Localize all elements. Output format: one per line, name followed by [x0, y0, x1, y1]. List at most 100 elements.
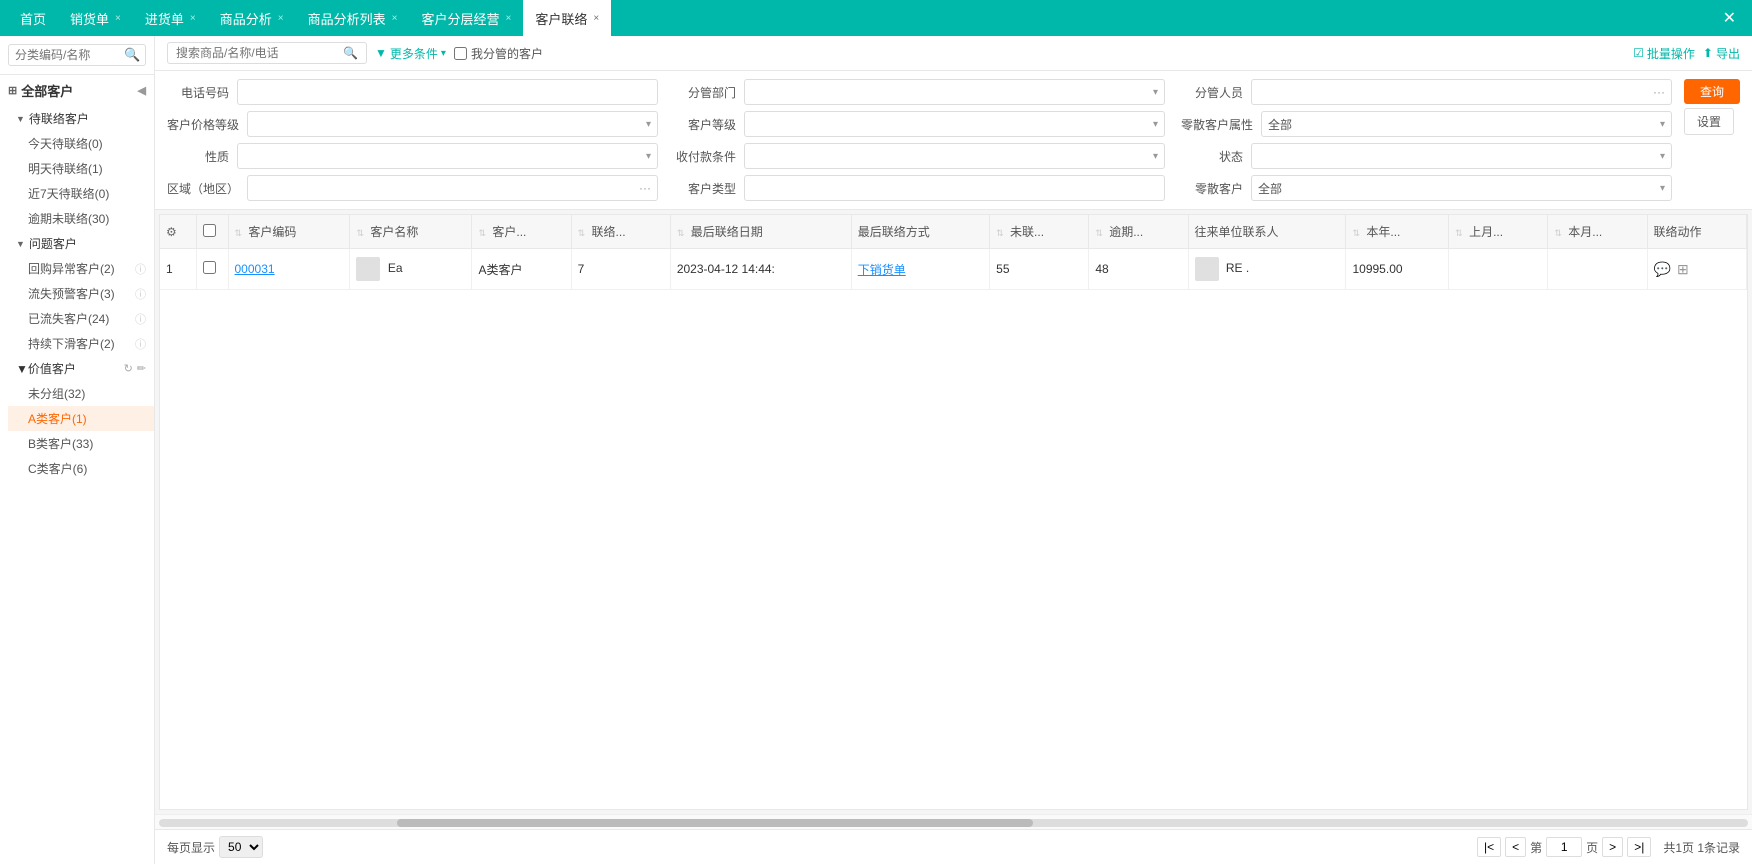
main-search-input[interactable] — [176, 46, 343, 60]
sidebar-item-c-class[interactable]: C类客户(6) — [8, 456, 154, 481]
collapse-icon: ◀ — [138, 84, 146, 97]
first-page-button[interactable]: |< — [1477, 837, 1501, 857]
th-last-date: ⇅ 最后联络日期 — [670, 215, 851, 249]
payment-select[interactable]: ▾ — [744, 143, 1165, 169]
export-button[interactable]: ⬆ 导出 — [1703, 45, 1740, 62]
chat-icon[interactable]: 💬 — [1654, 261, 1671, 278]
sort-icon-name: ⇅ — [356, 228, 364, 238]
person-dots: ··· — [1653, 85, 1665, 99]
retail-attr-arrow: ▾ — [1660, 119, 1665, 130]
page-size-select[interactable]: 50 — [219, 836, 263, 858]
refresh-icon[interactable]: ↻ — [124, 362, 133, 375]
gear-icon[interactable]: ⚙ — [166, 225, 177, 239]
filter-row-1: 电话号码 分管部门 ▾ 分管人员 — [167, 79, 1672, 105]
customer-grade-select[interactable]: ▾ — [744, 111, 1165, 137]
search-button[interactable]: 查询 — [1684, 79, 1740, 104]
page-number-input[interactable] — [1546, 837, 1582, 857]
customer-code-link[interactable]: 000031 — [235, 262, 275, 276]
sidebar-item-unclassified[interactable]: 未分组(32) — [8, 381, 154, 406]
close-tab-purchase[interactable]: × — [190, 13, 196, 24]
horizontal-scrollbar-thumb[interactable] — [397, 819, 1033, 827]
sidebar-item-today[interactable]: 今天待联络(0) — [8, 131, 154, 156]
pagination: |< < 第 页 > >| 共1页 1条记录 — [1477, 837, 1740, 857]
th-company-contact: 往来单位联系人 — [1188, 215, 1346, 249]
more-conditions-button[interactable]: ▼ 更多条件 ▾ — [375, 45, 446, 62]
phone-input[interactable] — [237, 79, 658, 105]
search-icon-main: 🔍 — [343, 46, 358, 60]
filter-retail-attr: 零散客户属性 全部 ▾ — [1165, 111, 1672, 137]
td-not-contacted: 55 — [990, 249, 1089, 290]
info-icon-3: ⓘ — [135, 311, 146, 327]
sidebar-item-repurchase[interactable]: 回购异常客户(2) ⓘ — [8, 256, 154, 281]
close-tab-sales[interactable]: × — [115, 13, 121, 24]
region-input[interactable]: ··· — [247, 175, 658, 201]
filter-nature: 性质 ▾ — [167, 143, 658, 169]
sidebar-pending-header[interactable]: ▼ 待联络客户 — [8, 106, 154, 131]
th-not-contacted: ⇅ 未联... — [990, 215, 1089, 249]
th-last-month: ⇅ 上月... — [1449, 215, 1548, 249]
nav-tab-purchase[interactable]: 进货单 × — [133, 0, 208, 36]
retail-attr-select[interactable]: 全部 ▾ — [1261, 111, 1672, 137]
nav-tab-customer-contact[interactable]: 客户联络 × — [523, 0, 611, 36]
my-customers-filter[interactable]: 我分管的客户 — [454, 45, 543, 62]
td-this-year: 10995.00 — [1346, 249, 1449, 290]
filter-customer-type: 客户类型 — [658, 175, 1165, 201]
sidebar-item-b-class[interactable]: B类客户(33) — [8, 431, 154, 456]
filter-bar: 🔍 ▼ 更多条件 ▾ 我分管的客户 ☑ 批量操作 ⬆ 导出 — [155, 36, 1752, 71]
th-gear: ⚙ — [160, 215, 196, 249]
status-select[interactable]: ▾ — [1251, 143, 1672, 169]
sidebar-item-churn-warning[interactable]: 流失预警客户(3) ⓘ — [8, 281, 154, 306]
value-actions: ↻ ✏ — [124, 362, 146, 375]
row-checkbox[interactable] — [203, 261, 216, 274]
td-code: 000031 — [228, 249, 350, 290]
person-input[interactable]: ··· — [1251, 79, 1672, 105]
next-page-button[interactable]: > — [1602, 837, 1623, 857]
sidebar-all-customers[interactable]: ⊞ 全部客户 ◀ — [0, 75, 154, 106]
td-checkbox — [196, 249, 228, 290]
settings-button[interactable]: 设置 — [1684, 108, 1734, 135]
bulk-operation-button[interactable]: ☑ 批量操作 — [1633, 45, 1695, 62]
sidebar-item-tomorrow[interactable]: 明天待联络(1) — [8, 156, 154, 181]
td-company-contact: RE . — [1188, 249, 1346, 290]
sidebar-item-declining[interactable]: 持续下滑客户(2) ⓘ — [8, 331, 154, 356]
select-all-checkbox[interactable] — [203, 224, 216, 237]
my-customers-checkbox[interactable] — [454, 47, 467, 60]
nav-tab-analysis-list[interactable]: 商品分析列表 × — [296, 0, 410, 36]
filter-price-grade: 客户价格等级 ▾ — [167, 111, 658, 137]
retail-customer-select[interactable]: 全部 ▾ — [1251, 175, 1672, 201]
price-grade-select[interactable]: ▾ — [247, 111, 658, 137]
close-tab-analysis[interactable]: × — [278, 13, 284, 24]
nav-tab-analysis[interactable]: 商品分析 × — [208, 0, 296, 36]
close-tab-analysis-list[interactable]: × — [392, 13, 398, 24]
close-tab-customer-mgmt[interactable]: × — [505, 13, 511, 24]
retail-customer-arrow: ▾ — [1660, 183, 1665, 194]
sort-icon-type: ⇅ — [478, 228, 486, 238]
horizontal-scrollbar-track[interactable] — [159, 819, 1748, 827]
th-last-method: 最后联络方式 — [851, 215, 989, 249]
dept-select[interactable]: ▾ — [744, 79, 1165, 105]
customer-type-select[interactable] — [744, 175, 1165, 201]
sidebar-item-churned[interactable]: 已流失客户(24) ⓘ — [8, 306, 154, 331]
last-method-link[interactable]: 下销货单 — [858, 263, 906, 277]
last-page-button[interactable]: >| — [1627, 837, 1651, 857]
td-row-actions: 💬 ⊞ — [1647, 249, 1746, 290]
nav-tab-sales[interactable]: 销货单 × — [58, 0, 133, 36]
sidebar-item-7days[interactable]: 近7天待联络(0) — [8, 181, 154, 206]
nature-select[interactable]: ▾ — [237, 143, 658, 169]
sidebar-item-overdue[interactable]: 逾期未联络(30) — [8, 206, 154, 231]
sidebar-item-a-class[interactable]: A类客户(1) — [8, 406, 154, 431]
sidebar-value-header[interactable]: ▼ 价值客户 ↻ ✏ — [8, 356, 154, 381]
prev-page-button[interactable]: < — [1505, 837, 1526, 857]
qr-icon[interactable]: ⊞ — [1677, 261, 1689, 278]
edit-icon[interactable]: ✏ — [137, 362, 146, 375]
td-overdue: 48 — [1089, 249, 1188, 290]
close-tab-customer-contact[interactable]: × — [593, 13, 599, 24]
nav-home[interactable]: 首页 — [8, 0, 58, 36]
sidebar-problem-header[interactable]: ▼ 问题客户 — [8, 231, 154, 256]
top-nav: 首页 销货单 × 进货单 × 商品分析 × 商品分析列表 × 客户分层经营 × … — [0, 0, 1752, 36]
sidebar-search-icon: 🔍 — [124, 47, 140, 63]
sort-icon-not-contacted: ⇅ — [996, 228, 1004, 238]
td-this-month — [1548, 249, 1647, 290]
nav-tab-customer-mgmt[interactable]: 客户分层经营 × — [409, 0, 523, 36]
close-window-button[interactable]: ✕ — [1715, 8, 1744, 28]
